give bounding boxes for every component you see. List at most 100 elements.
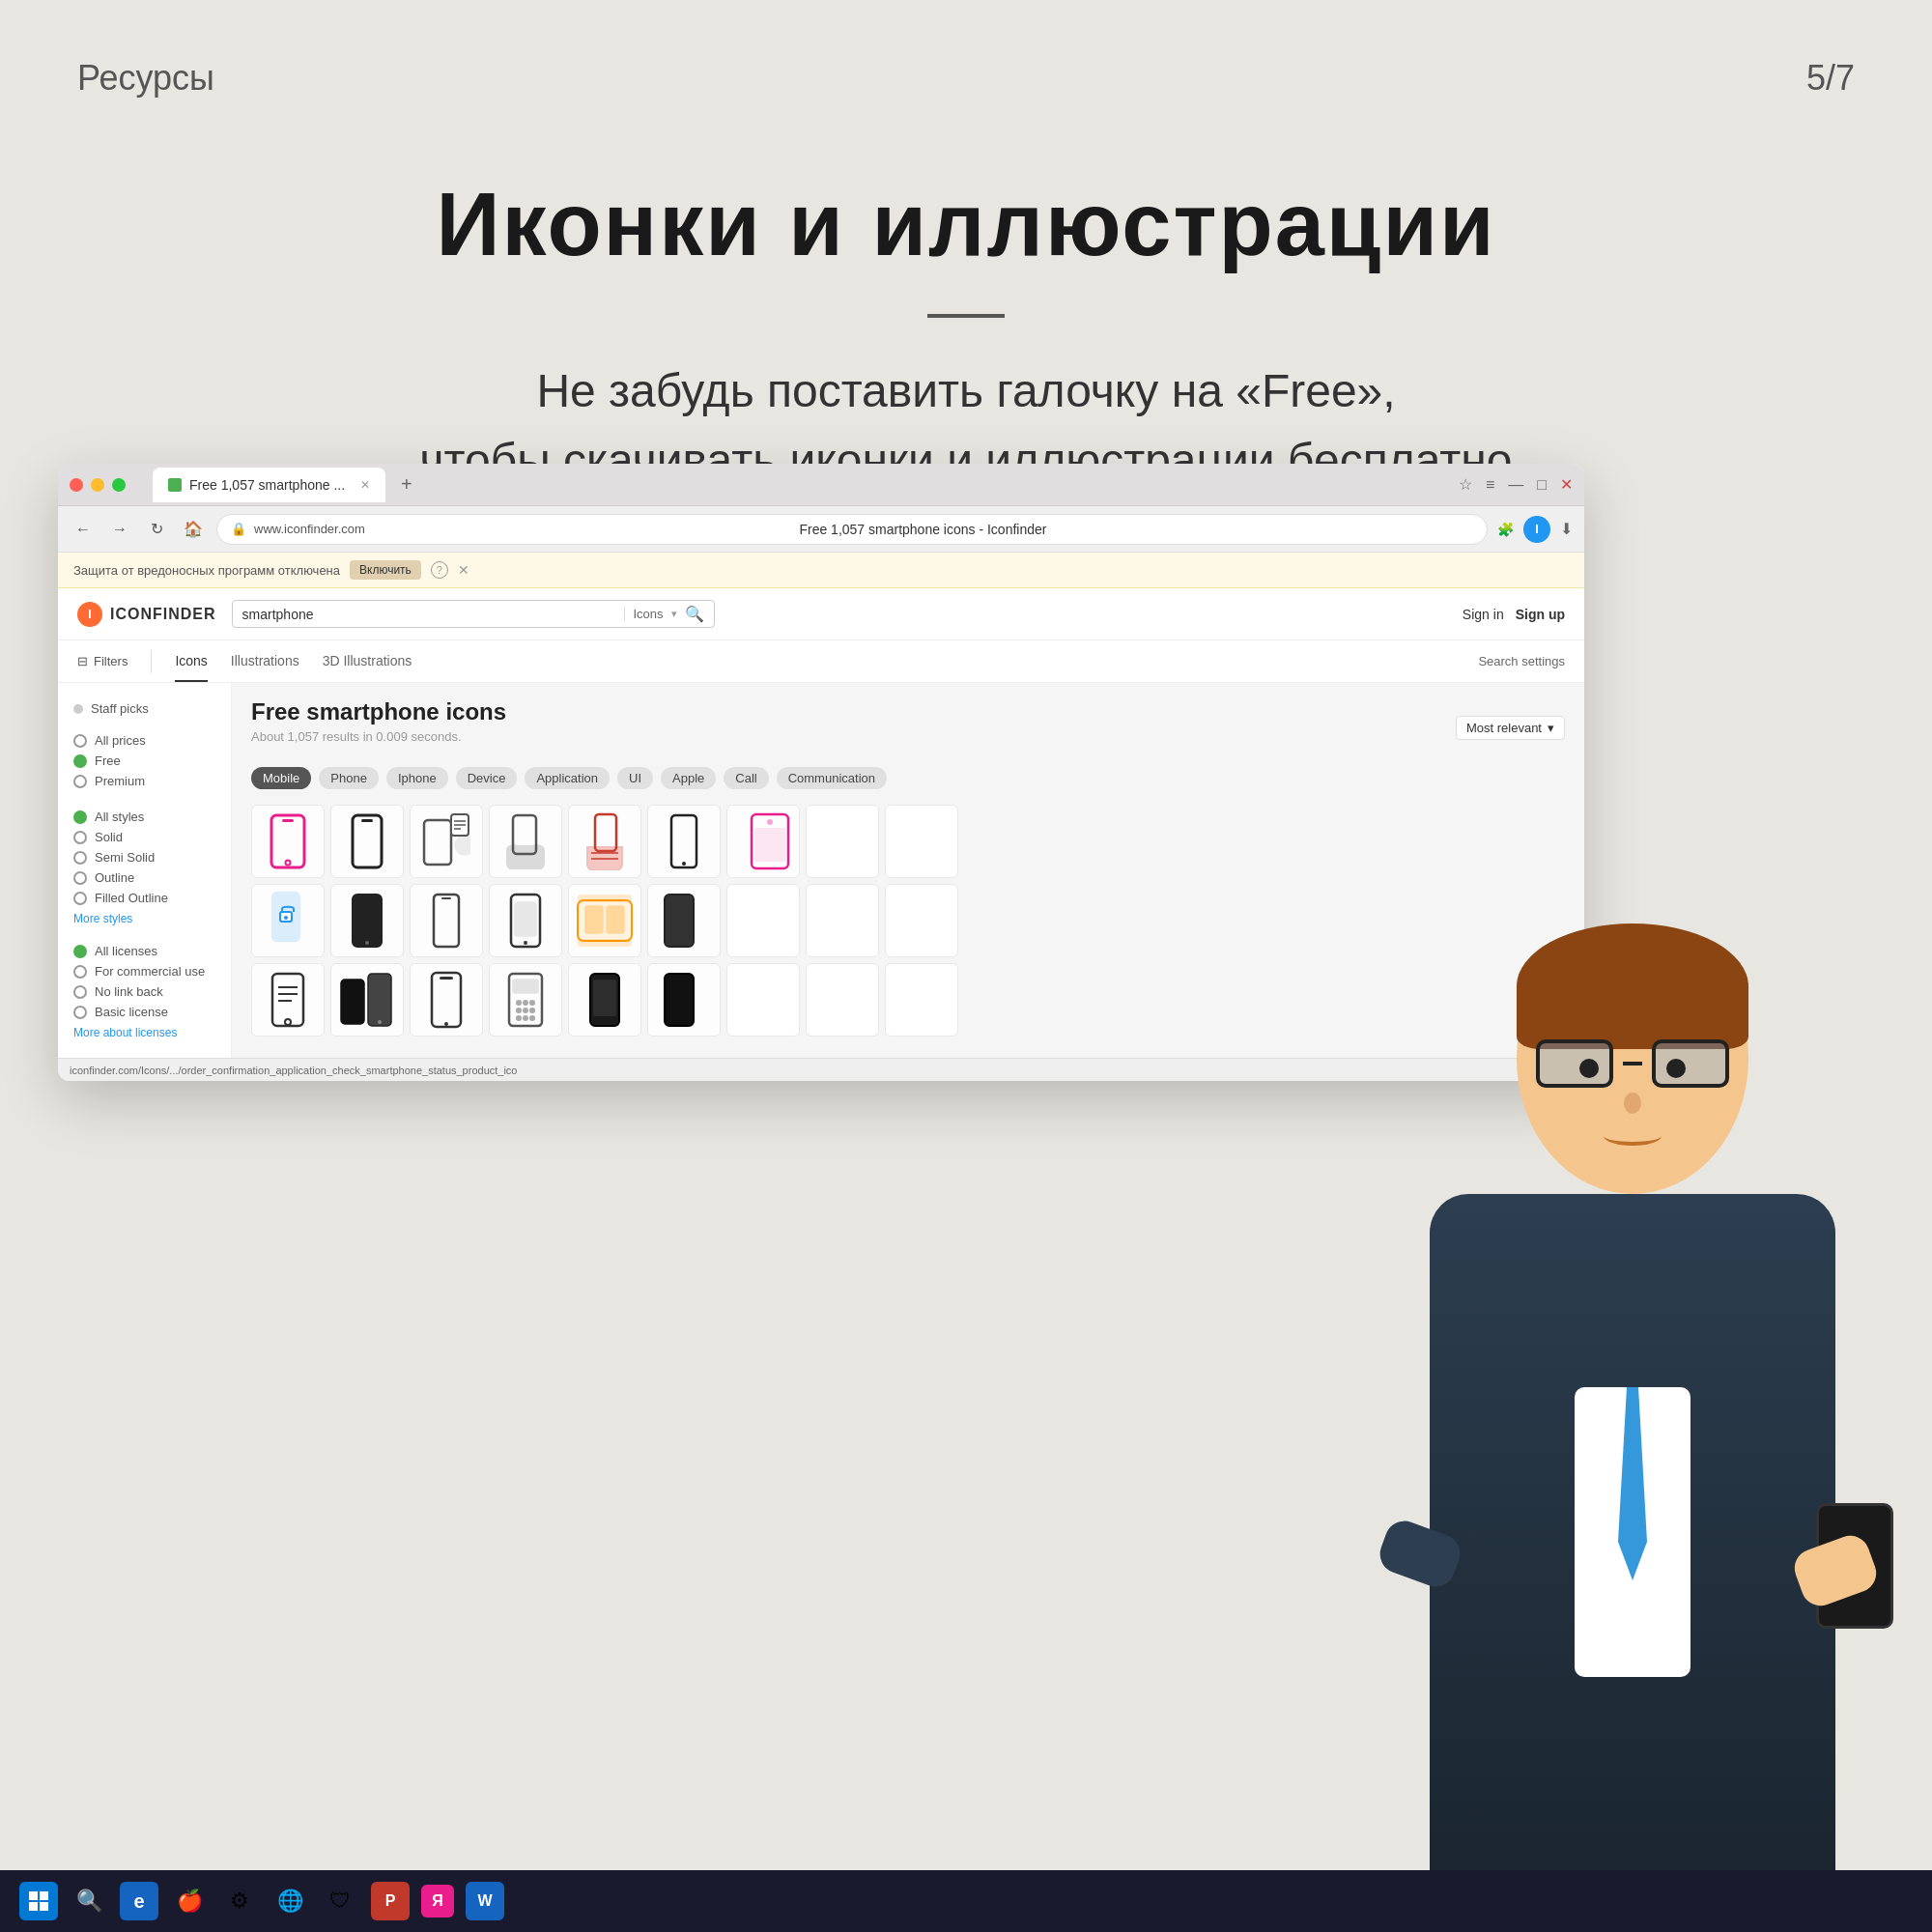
minimize-icon[interactable]: —: [1508, 476, 1523, 494]
icon-cell-1[interactable]: [251, 805, 325, 878]
tag-ui[interactable]: UI: [617, 767, 653, 789]
close-icon[interactable]: ✕: [1560, 475, 1573, 494]
bookmark-icon[interactable]: ☆: [1459, 475, 1472, 494]
windows-start-button[interactable]: [19, 1882, 58, 1920]
url-text: www.iconfinder.com: [254, 522, 365, 536]
sidebar-all-prices[interactable]: All prices: [73, 730, 215, 751]
icon-cell-22[interactable]: [489, 963, 562, 1037]
sidebar-filled-outline[interactable]: Filled Outline: [73, 888, 215, 908]
icon-cell-17[interactable]: [806, 884, 879, 957]
sidebar-semi-solid[interactable]: Semi Solid: [73, 847, 215, 867]
back-button[interactable]: ←: [70, 516, 97, 543]
icon-cell-24[interactable]: [647, 963, 721, 1037]
tag-communication[interactable]: Communication: [777, 767, 887, 789]
taskbar-icon-yandex[interactable]: Я: [421, 1885, 454, 1918]
sidebar-all-licenses[interactable]: All licenses: [73, 941, 215, 961]
taskbar-icon-shield[interactable]: 🛡: [321, 1882, 359, 1920]
tag-device[interactable]: Device: [456, 767, 518, 789]
filters-toggle[interactable]: ⊟ Filters: [77, 654, 128, 668]
search-submit-icon[interactable]: 🔍: [685, 605, 704, 623]
icon-cell-3[interactable]: [410, 805, 483, 878]
icon-cell-19[interactable]: [251, 963, 325, 1037]
close-dot[interactable]: [70, 478, 83, 492]
restore-icon[interactable]: □: [1537, 476, 1547, 494]
minimize-dot[interactable]: [91, 478, 104, 492]
staff-picks-label: Staff picks: [91, 701, 149, 716]
icon-cell-18[interactable]: [885, 884, 958, 957]
profile-icon[interactable]: I: [1523, 516, 1550, 543]
staff-picks-dot: [73, 704, 83, 714]
icon-cell-26[interactable]: [806, 963, 879, 1037]
tab-3d-illustrations[interactable]: 3D Illustrations: [323, 641, 412, 682]
sign-up-button[interactable]: Sign up: [1516, 607, 1565, 622]
search-settings-button[interactable]: Search settings: [1478, 654, 1565, 668]
icon-cell-2[interactable]: [330, 805, 404, 878]
sidebar-free[interactable]: Free: [73, 751, 215, 771]
icon-cell-6[interactable]: [647, 805, 721, 878]
tab-illustrations[interactable]: Illustrations: [231, 641, 299, 682]
search-taskbar-icon[interactable]: 🔍: [70, 1882, 108, 1920]
icon-cell-14[interactable]: [568, 884, 641, 957]
sign-in-button[interactable]: Sign in: [1463, 607, 1504, 622]
tag-application[interactable]: Application: [525, 767, 610, 789]
tag-mobile[interactable]: Mobile: [251, 767, 311, 789]
icon-cell-20[interactable]: [330, 963, 404, 1037]
address-bar[interactable]: 🔒 www.iconfinder.com Free 1,057 smartpho…: [216, 514, 1488, 545]
icon-cell-13[interactable]: [489, 884, 562, 957]
menu-icon[interactable]: ≡: [1486, 476, 1494, 494]
icon-cell-4[interactable]: [489, 805, 562, 878]
warning-enable-button[interactable]: Включить: [350, 560, 421, 580]
sidebar-solid[interactable]: Solid: [73, 827, 215, 847]
taskbar-icon-powerpoint[interactable]: P: [371, 1882, 410, 1920]
icon-cell-25[interactable]: [726, 963, 800, 1037]
semi-solid-label: Semi Solid: [95, 850, 155, 865]
new-tab-icon[interactable]: +: [401, 473, 412, 496]
search-dropdown-arrow[interactable]: ▾: [671, 608, 677, 620]
toolbar-extras: 🧩 I ⬇: [1497, 516, 1573, 543]
icon-cell-11[interactable]: [330, 884, 404, 957]
svg-rect-45: [440, 977, 453, 980]
taskbar-icon-apple[interactable]: 🍎: [170, 1882, 209, 1920]
sidebar-all-styles[interactable]: All styles: [73, 807, 215, 827]
tag-call[interactable]: Call: [724, 767, 768, 789]
sidebar-no-link-back[interactable]: No link back: [73, 981, 215, 1002]
sidebar-premium[interactable]: Premium: [73, 771, 215, 791]
refresh-button[interactable]: ↻: [143, 516, 170, 543]
icon-cell-7[interactable]: [726, 805, 800, 878]
icon-cell-12[interactable]: [410, 884, 483, 957]
sidebar-basic-license[interactable]: Basic license: [73, 1002, 215, 1022]
icon-cell-8[interactable]: [806, 805, 879, 878]
more-styles-link[interactable]: More styles: [73, 912, 215, 925]
extensions-icon[interactable]: 🧩: [1497, 522, 1514, 537]
sidebar-staff-picks[interactable]: Staff picks: [73, 698, 215, 719]
icon-cell-27[interactable]: [885, 963, 958, 1037]
icon-cell-23[interactable]: [568, 963, 641, 1037]
tab-icons[interactable]: Icons: [175, 641, 207, 682]
search-box[interactable]: smartphone Icons ▾ 🔍: [232, 600, 715, 628]
icon-cell-5[interactable]: [568, 805, 641, 878]
icon-cell-21[interactable]: [410, 963, 483, 1037]
icon-cell-16[interactable]: [726, 884, 800, 957]
tag-phone[interactable]: Phone: [319, 767, 379, 789]
taskbar-icon-settings[interactable]: ⚙: [220, 1882, 259, 1920]
download-icon[interactable]: ⬇: [1560, 520, 1573, 538]
icon-cell-10[interactable]: [251, 884, 325, 957]
most-relevant-dropdown[interactable]: Most relevant ▾: [1456, 716, 1565, 740]
sidebar-outline[interactable]: Outline: [73, 867, 215, 888]
tab-close-icon[interactable]: ✕: [360, 478, 370, 492]
icon-cell-9[interactable]: [885, 805, 958, 878]
icon-cell-15[interactable]: [647, 884, 721, 957]
tag-iphone[interactable]: Iphone: [386, 767, 448, 789]
home-button[interactable]: 🏠: [180, 516, 207, 543]
taskbar-icon-globe[interactable]: 🌐: [270, 1882, 309, 1920]
maximize-dot[interactable]: [112, 478, 126, 492]
forward-button[interactable]: →: [106, 516, 133, 543]
more-licenses-link[interactable]: More about licenses: [73, 1026, 215, 1039]
sidebar-commercial[interactable]: For commercial use: [73, 961, 215, 981]
warning-close-icon[interactable]: ✕: [458, 562, 469, 578]
warning-info-icon[interactable]: ?: [431, 561, 448, 579]
browser-tab[interactable]: Free 1,057 smartphone ... ✕: [153, 468, 385, 502]
taskbar-icon-word[interactable]: W: [466, 1882, 504, 1920]
taskbar-icon-browser[interactable]: e: [120, 1882, 158, 1920]
tag-apple[interactable]: Apple: [661, 767, 716, 789]
